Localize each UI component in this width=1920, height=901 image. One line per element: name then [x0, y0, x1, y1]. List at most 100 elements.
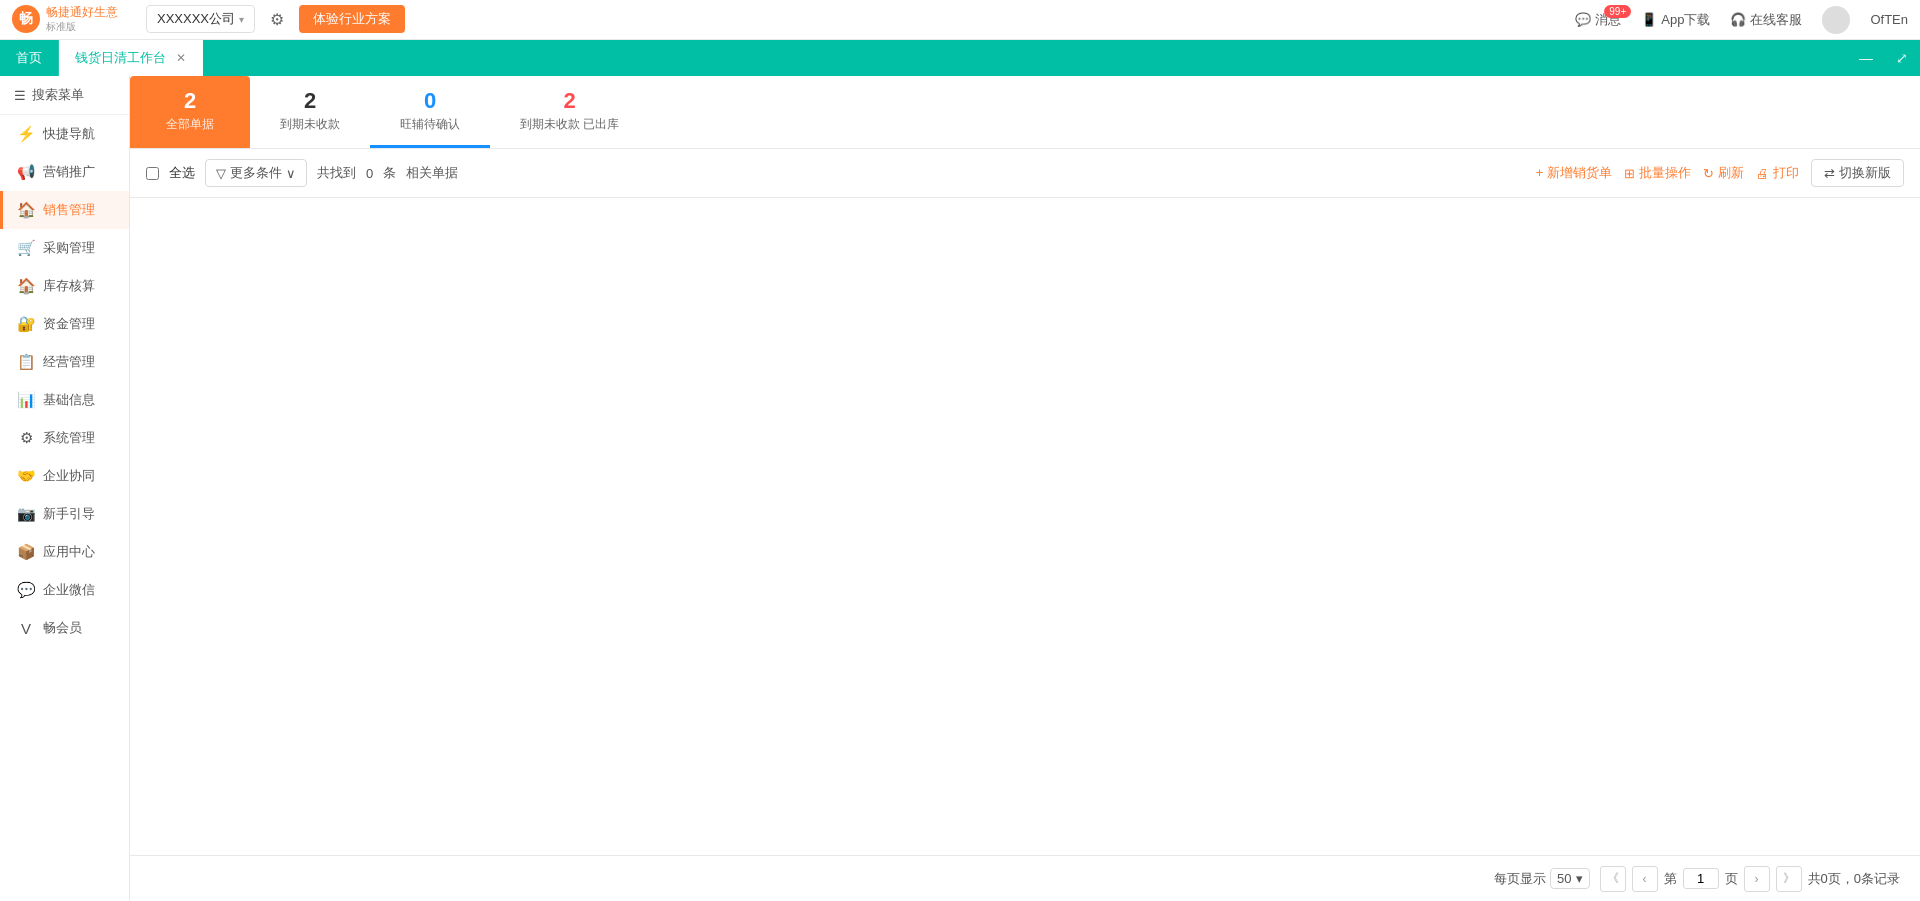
sidebar-item-operations[interactable]: 📋 经营管理 — [0, 343, 129, 381]
app-download-label: App下载 — [1661, 11, 1710, 29]
experience-button[interactable]: 体验行业方案 — [299, 5, 405, 33]
prev-page-button[interactable]: ‹ — [1632, 866, 1658, 892]
sidebar-item-label: 企业微信 — [43, 581, 95, 599]
tab-close-icon[interactable]: ✕ — [176, 51, 186, 65]
related-label: 相关单据 — [406, 164, 458, 182]
sidebar-item-label: 资金管理 — [43, 315, 95, 333]
avatar — [1822, 6, 1850, 34]
sidebar-item-label: 基础信息 — [43, 391, 95, 409]
add-label: + 新增销货单 — [1536, 164, 1612, 182]
purchase-icon: 🛒 — [17, 239, 35, 257]
filter-label: 更多条件 — [230, 164, 282, 182]
sidebar-item-basic-info[interactable]: 📊 基础信息 — [0, 381, 129, 419]
per-page-select[interactable]: 50 ▾ — [1550, 868, 1589, 889]
page-number-input[interactable] — [1683, 868, 1719, 889]
settings-button[interactable]: ⚙ — [263, 5, 291, 33]
finance-icon: 🔐 — [17, 315, 35, 333]
online-service-label: 在线客服 — [1750, 11, 1802, 29]
first-page-button[interactable]: 《 — [1600, 866, 1626, 892]
logo-area: 畅 畅捷通好生意 标准版 — [12, 5, 118, 33]
filter-button[interactable]: ▽ 更多条件 ∨ — [205, 159, 307, 187]
sidebar-item-sales[interactable]: 🏠 销售管理 — [0, 191, 129, 229]
batch-operation-button[interactable]: ⊞ 批量操作 — [1624, 164, 1691, 182]
marketing-icon: 📢 — [17, 163, 35, 181]
sidebar-item-guide[interactable]: 📷 新手引导 — [0, 495, 129, 533]
sidebar-item-label: 应用中心 — [43, 543, 95, 561]
batch-icon: ⊞ — [1624, 166, 1635, 181]
logo-title: 畅捷通好生意 — [46, 5, 118, 19]
found-count: 0 — [366, 166, 373, 181]
sidebar-item-inventory[interactable]: 🏠 库存核算 — [0, 267, 129, 305]
refresh-button[interactable]: ↻ 刷新 — [1703, 164, 1744, 182]
toolbar-right: + 新增销货单 ⊞ 批量操作 ↻ 刷新 🖨 打印 ⇄ 切换新版 — [1532, 159, 1904, 187]
search-menu-button[interactable]: ☰ 搜索菜单 — [0, 76, 129, 115]
top-bar-left: 畅 畅捷通好生意 标准版 XXXXXX公司 ▾ ⚙ 体验行业方案 — [12, 5, 405, 33]
filter-chevron-icon: ∨ — [286, 166, 296, 181]
page-suffix: 页 — [1725, 870, 1738, 888]
stats-tab-pending[interactable]: 0 旺辅待确认 — [370, 76, 490, 148]
switch-version-button[interactable]: ⇄ 切换新版 — [1811, 159, 1904, 187]
sidebar-item-label: 系统管理 — [43, 429, 95, 447]
message-badge: 99+ — [1604, 5, 1631, 18]
switch-icon: ⇄ — [1824, 166, 1835, 181]
sidebar-item-wecom[interactable]: 💬 企业微信 — [0, 571, 129, 609]
sidebar-item-label: 采购管理 — [43, 239, 95, 257]
found-unit: 条 — [383, 164, 396, 182]
stats-label-overdue: 到期未收款 — [280, 116, 340, 133]
tab-bar-actions: — ⤢ — [1848, 40, 1920, 76]
sidebar-item-marketing[interactable]: 📢 营销推广 — [0, 153, 129, 191]
top-bar-right: 💬 消息 99+ 📱 App下载 🎧 在线客服 OfTEn — [1575, 6, 1908, 34]
toolbar-left: 全选 ▽ 更多条件 ∨ 共找到 0 条 相关单据 — [146, 159, 1520, 187]
sidebar-item-purchase[interactable]: 🛒 采购管理 — [0, 229, 129, 267]
quick-nav-icon: ⚡ — [17, 125, 35, 143]
stats-tab-overdue[interactable]: 2 到期未收款 — [250, 76, 370, 148]
pagination-bar: 每页显示 50 ▾ 《 ‹ 第 页 › 》 共0页，0条记录 — [130, 855, 1920, 901]
inventory-icon: 🏠 — [17, 277, 35, 295]
tab-bar: 首页 钱货日清工作台 ✕ — ⤢ — [0, 40, 1920, 76]
chevron-down-icon: ▾ — [239, 14, 244, 25]
sidebar-item-member[interactable]: V 畅会员 — [0, 609, 129, 647]
tab-home-label: 首页 — [16, 49, 42, 67]
tab-maximize-button[interactable]: ⤢ — [1884, 40, 1920, 76]
stats-count-pending: 0 — [424, 88, 436, 114]
page-nav: 《 ‹ 第 页 › 》 共0页，0条记录 — [1600, 866, 1900, 892]
message-button[interactable]: 💬 消息 99+ — [1575, 11, 1621, 29]
last-page-button[interactable]: 》 — [1776, 866, 1802, 892]
app-center-icon: 📦 — [17, 543, 35, 561]
stats-tab-overdue-shipped[interactable]: 2 到期未收款 已出库 — [490, 76, 649, 148]
sidebar-item-quick-nav[interactable]: ⚡ 快捷导航 — [0, 115, 129, 153]
search-icon: ☰ — [14, 88, 26, 103]
stats-tab-all[interactable]: 2 全部单据 — [130, 76, 250, 148]
sidebar-item-label: 库存核算 — [43, 277, 95, 295]
stats-tabs: 2 全部单据 2 到期未收款 0 旺辅待确认 2 到期未收款 已出库 — [130, 76, 1920, 149]
company-selector[interactable]: XXXXXX公司 ▾ — [146, 5, 255, 33]
sidebar-item-system[interactable]: ⚙ 系统管理 — [0, 419, 129, 457]
sidebar-item-app-center[interactable]: 📦 应用中心 — [0, 533, 129, 571]
tab-cashflow[interactable]: 钱货日清工作台 ✕ — [59, 40, 203, 76]
logo-text-group: 畅捷通好生意 标准版 — [46, 5, 118, 33]
stats-label-all: 全部单据 — [166, 116, 214, 133]
found-prefix: 共找到 — [317, 164, 356, 182]
sidebar-item-enterprise[interactable]: 🤝 企业协同 — [0, 457, 129, 495]
sidebar-item-label: 经营管理 — [43, 353, 95, 371]
add-sale-order-button[interactable]: + 新增销货单 — [1532, 164, 1612, 182]
print-button[interactable]: 🖨 打印 — [1756, 164, 1799, 182]
member-icon: V — [17, 620, 35, 637]
batch-label: 批量操作 — [1639, 164, 1691, 182]
toolbar: 全选 ▽ 更多条件 ∨ 共找到 0 条 相关单据 + 新增销货单 ⊞ 批量操 — [130, 149, 1920, 198]
tab-minimize-button[interactable]: — — [1848, 40, 1884, 76]
message-icon: 💬 — [1575, 12, 1591, 27]
guide-icon: 📷 — [17, 505, 35, 523]
select-all-checkbox[interactable] — [146, 167, 159, 180]
stats-count-overdue-shipped: 2 — [564, 88, 576, 114]
system-icon: ⚙ — [17, 429, 35, 447]
tab-home[interactable]: 首页 — [0, 40, 59, 76]
online-service-button[interactable]: 🎧 在线客服 — [1730, 11, 1802, 29]
app-download-button[interactable]: 📱 App下载 — [1641, 11, 1710, 29]
print-label: 打印 — [1773, 164, 1799, 182]
sidebar-item-finance[interactable]: 🔐 资金管理 — [0, 305, 129, 343]
operations-icon: 📋 — [17, 353, 35, 371]
per-page-label: 每页显示 — [1494, 870, 1546, 888]
print-icon: 🖨 — [1756, 166, 1769, 181]
next-page-button[interactable]: › — [1744, 866, 1770, 892]
